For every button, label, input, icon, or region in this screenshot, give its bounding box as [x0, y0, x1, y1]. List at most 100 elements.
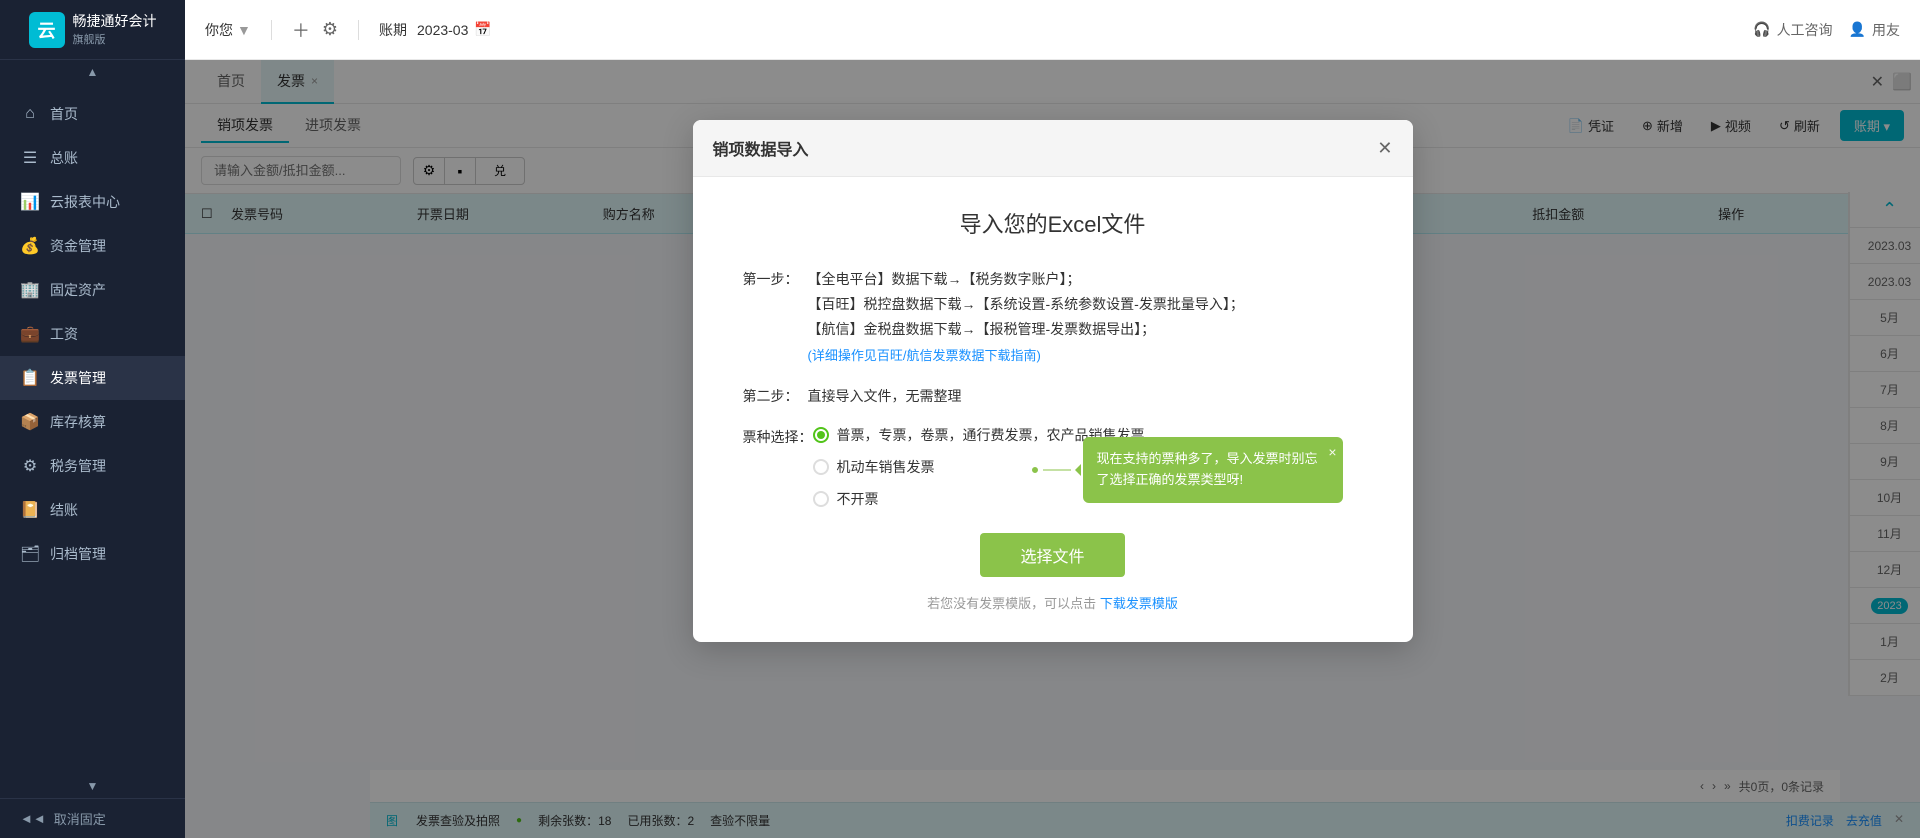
finance-icon: 💰: [20, 236, 40, 256]
sidebar-items: ⌂ 首页 ☰ 总账 📊 云报表中心 💰 资金管理 🏢 固定资产 💼 工资 📋 发…: [0, 84, 185, 774]
sidebar-item-label: 总账: [50, 148, 78, 168]
modal-body: 导入您的Excel文件 第一步： 【全电平台】数据下载→【税务数字账户】； 【百…: [693, 177, 1413, 642]
ticket-row: 票种选择： 普票，专票，卷票，通行费发票，农产品销售发票 机动车销售发票: [743, 425, 1363, 509]
sidebar-item-label: 云报表中心: [50, 192, 120, 212]
cancel-fixed-label: 取消固定: [54, 809, 106, 828]
sidebar-item-ledger[interactable]: ☰ 总账: [0, 136, 185, 180]
ticket-label: 票种选择：: [743, 425, 813, 447]
step1-label: 第一步：: [743, 267, 808, 289]
radio-vehicle[interactable]: [813, 459, 829, 475]
home-icon: ⌂: [20, 105, 40, 123]
step2-row: 第二步： 直接导入文件，无需整理: [743, 384, 1363, 409]
sidebar-item-label: 工资: [50, 324, 78, 344]
archive-icon: 🗂: [20, 544, 40, 564]
sidebar-item-assets[interactable]: 🏢 固定资产: [0, 268, 185, 312]
topbar-right: 🎧 人工咨询 👤 用友: [1753, 20, 1900, 40]
ticket-vehicle[interactable]: 机动车销售发票 × 现在支持的票种多了，导入发票时别忘了选择正确的发票类型呀!: [813, 457, 1145, 477]
step1-line3: 【航信】金税盘数据下载→【报税管理-发票数据导出】；: [808, 317, 1244, 342]
assets-icon: 🏢: [20, 280, 40, 300]
main-area: 首页 发票 × 销项发票 进项发票 📄 凭证 ⊕ 新增 ▶ 视频: [185, 60, 1920, 838]
ledger-icon: ☰: [20, 148, 40, 168]
sidebar-item-invoice[interactable]: 📋 发票管理: [0, 356, 185, 400]
import-modal: 销项数据导入 ✕ 导入您的Excel文件 第一步： 【全电平台】数据下载→【税务…: [693, 120, 1413, 642]
tooltip-dot: [1030, 465, 1040, 475]
select-file-btn[interactable]: 选择文件: [980, 533, 1124, 577]
user-menu[interactable]: 👤 用友: [1849, 20, 1900, 40]
sidebar-item-settle[interactable]: 📔 结账: [0, 488, 185, 532]
modal-main-title: 导入您的Excel文件: [743, 207, 1363, 239]
step2-label: 第二步：: [743, 384, 808, 406]
sidebar-item-archive[interactable]: 🗂 归档管理: [0, 532, 185, 576]
tooltip-text: 现在支持的票种多了，导入发票时别忘了选择正确的发票类型呀!: [1097, 451, 1318, 487]
topbar: 你您 ▼ ＋ ⚙ 账期 2023-03 📅 🎧 人工咨询 👤 用友: [185, 0, 1920, 60]
topbar-divider2: [358, 20, 359, 40]
sidebar-item-inventory[interactable]: 📦 库存核算: [0, 400, 185, 444]
sidebar-item-label: 归档管理: [50, 544, 106, 564]
add-button[interactable]: ＋: [292, 17, 310, 43]
logo-icon: 云: [29, 12, 65, 48]
sidebar-item-label: 库存核算: [50, 412, 106, 432]
tax-icon: ⚙: [20, 456, 40, 476]
ticket-noticket-label: 不开票: [837, 489, 879, 509]
company-dropdown-icon: ▼: [237, 22, 251, 38]
sidebar-scroll-down[interactable]: ▼: [0, 774, 185, 798]
period-display: 账期 2023-03 📅: [379, 20, 492, 40]
ticket-options: 普票，专票，卷票，通行费发票，农产品销售发票 机动车销售发票 ×: [813, 425, 1145, 509]
sidebar-item-home[interactable]: ⌂ 首页: [0, 92, 185, 136]
tooltip-line: [1043, 469, 1071, 470]
sidebar-item-label: 首页: [50, 104, 78, 124]
invoice-icon: 📋: [20, 368, 40, 388]
ticket-vehicle-label: 机动车销售发票: [837, 457, 935, 477]
tooltip-box: × 现在支持的票种多了，导入发票时别忘了选择正确的发票类型呀!: [1083, 437, 1343, 503]
consult-label: 人工咨询: [1777, 20, 1833, 40]
sidebar-item-tax[interactable]: ⚙ 税务管理: [0, 444, 185, 488]
radio-noticket[interactable]: [813, 491, 829, 507]
company-selector[interactable]: 你您 ▼: [205, 20, 251, 40]
download-template-link[interactable]: 下载发票模版: [1100, 596, 1178, 611]
sidebar-item-label: 税务管理: [50, 456, 106, 476]
modal-footer-note: 若您没有发票模版，可以点击 下载发票模版: [743, 593, 1363, 612]
company-name: 你您: [205, 20, 233, 40]
sidebar-item-salary[interactable]: 💼 工资: [0, 312, 185, 356]
sidebar-item-finance[interactable]: 💰 资金管理: [0, 224, 185, 268]
sidebar: 云 畅捷通好会计 旗舰版 ▲ ⌂ 首页 ☰ 总账 📊 云报表中心 💰 资金管理 …: [0, 0, 185, 838]
report-icon: 📊: [20, 192, 40, 212]
settle-icon: 📔: [20, 500, 40, 520]
radio-general[interactable]: [813, 427, 829, 443]
sidebar-item-label: 固定资产: [50, 280, 106, 300]
salary-icon: 💼: [20, 324, 40, 344]
tooltip-anchor: × 现在支持的票种多了，导入发票时别忘了选择正确的发票类型呀!: [1073, 437, 1343, 503]
sidebar-scroll-up[interactable]: ▲: [0, 60, 185, 84]
step1-note: (详细操作见百旺/航信发票数据下载指南): [808, 343, 1244, 368]
step2-text: 直接导入文件，无需整理: [808, 388, 962, 404]
modal-title: 销项数据导入: [713, 136, 809, 160]
cancel-fixed-icon: ◄◄: [20, 811, 46, 826]
user-icon: 👤: [1849, 21, 1866, 38]
inventory-icon: 📦: [20, 412, 40, 432]
consult-button[interactable]: 🎧 人工咨询: [1753, 20, 1832, 40]
modal-header: 销项数据导入 ✕: [693, 120, 1413, 177]
guide-link[interactable]: 百旺/航信发票数据下载指南: [877, 348, 1037, 363]
cancel-fixed-btn[interactable]: ◄◄ 取消固定: [0, 798, 185, 838]
sidebar-item-label: 结账: [50, 500, 78, 520]
step1-line2: 【百旺】税控盘数据下载→【系统设置-系统参数设置-发票批量导入】；: [808, 292, 1244, 317]
settings-icon[interactable]: ⚙: [322, 19, 338, 40]
step2-content: 直接导入文件，无需整理: [808, 384, 962, 409]
modal-overlay: 销项数据导入 ✕ 导入您的Excel文件 第一步： 【全电平台】数据下载→【税务…: [185, 60, 1920, 838]
app-name: 畅捷通好会计: [73, 12, 157, 30]
step1-row: 第一步： 【全电平台】数据下载→【税务数字账户】； 【百旺】税控盘数据下载→【系…: [743, 267, 1363, 368]
user-label: 用友: [1872, 20, 1900, 40]
footer-note-text: 若您没有发票模版，可以点击: [927, 596, 1096, 611]
modal-close-btn[interactable]: ✕: [1377, 139, 1392, 157]
tooltip-close-btn[interactable]: ×: [1328, 441, 1336, 463]
sidebar-item-label: 资金管理: [50, 236, 106, 256]
step1-line1: 【全电平台】数据下载→【税务数字账户】；: [808, 267, 1244, 292]
period-value: 2023-03: [417, 22, 468, 38]
period-label: 账期: [379, 20, 407, 40]
headset-icon: 🎧: [1753, 21, 1770, 38]
sidebar-logo: 云 畅捷通好会计 旗舰版: [0, 0, 185, 60]
calendar-icon[interactable]: 📅: [474, 21, 491, 38]
step1-content: 【全电平台】数据下载→【税务数字账户】； 【百旺】税控盘数据下载→【系统设置-系…: [808, 267, 1244, 368]
sidebar-item-label: 发票管理: [50, 368, 106, 388]
sidebar-item-report[interactable]: 📊 云报表中心: [0, 180, 185, 224]
